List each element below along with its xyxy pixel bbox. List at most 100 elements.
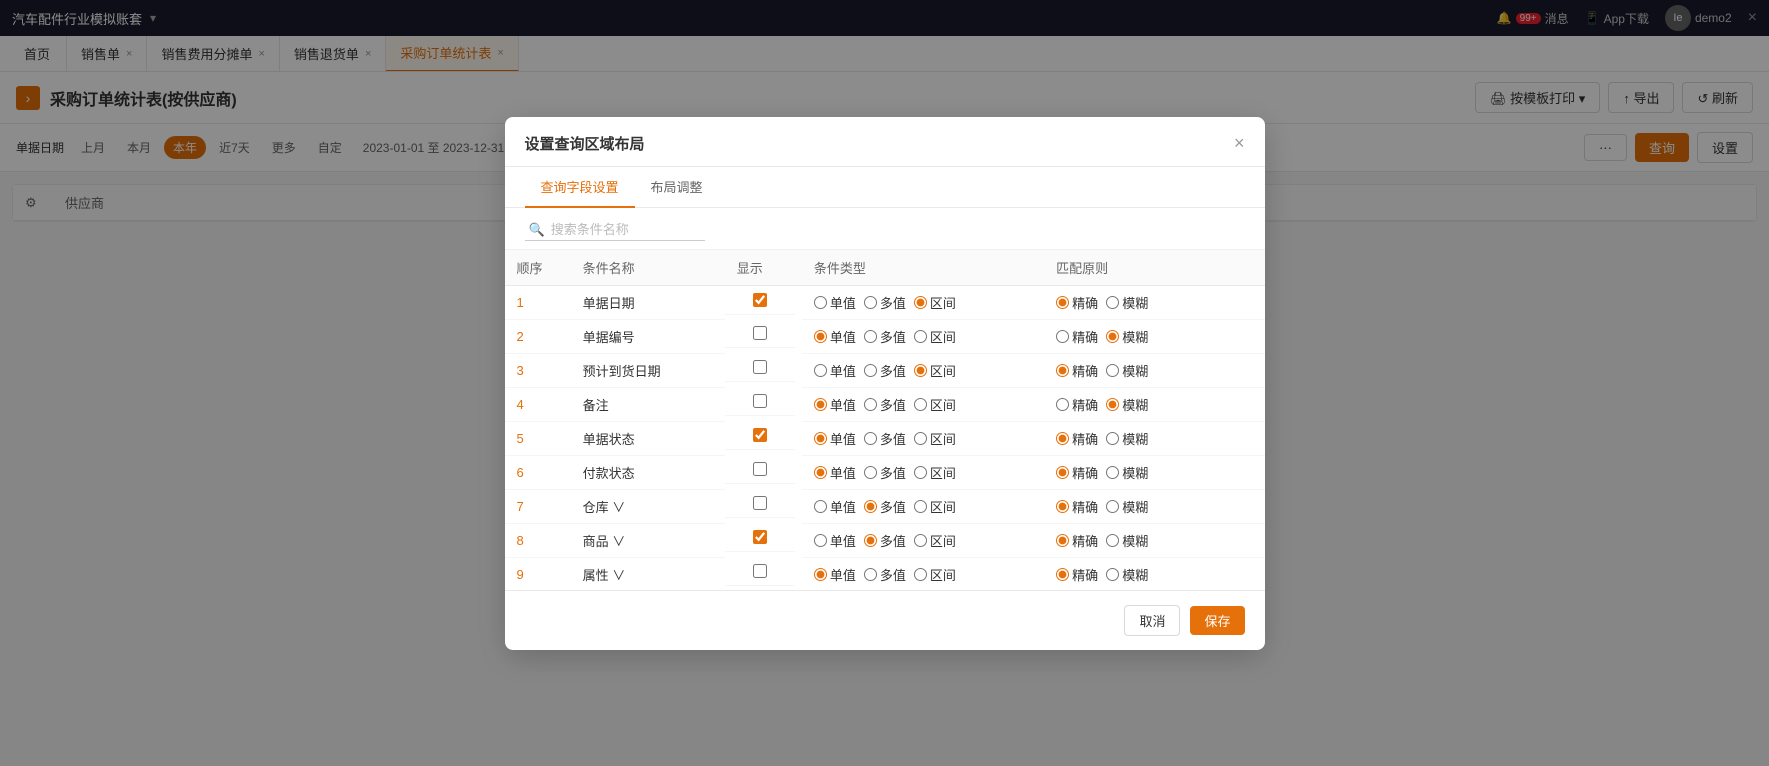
type-radio-多值[interactable]: 多值: [864, 497, 906, 516]
field-row-display[interactable]: [725, 557, 795, 586]
type-radio-区间[interactable]: 区间: [914, 429, 956, 448]
field-row-display[interactable]: [725, 523, 795, 552]
match-radio-精确[interactable]: 精确: [1056, 463, 1098, 482]
dialog-tab-layout[interactable]: 布局调整: [635, 167, 719, 208]
field-row-type: 单值多值区间: [802, 421, 1044, 455]
dialog: 设置查询区域布局 × 查询字段设置 布局调整 🔍: [505, 117, 1265, 650]
type-radio-单值[interactable]: 单值: [814, 463, 856, 482]
match-radio-模糊[interactable]: 模糊: [1106, 293, 1148, 312]
display-checkbox[interactable]: [753, 394, 767, 408]
match-radio-模糊[interactable]: 模糊: [1106, 395, 1148, 414]
type-radio-区间[interactable]: 区间: [914, 395, 956, 414]
type-radio-单值[interactable]: 单值: [814, 395, 856, 414]
match-radio-精确[interactable]: 精确: [1056, 361, 1098, 380]
match-radio-模糊[interactable]: 模糊: [1106, 565, 1148, 584]
type-radio-多值[interactable]: 多值: [864, 395, 906, 414]
type-radio-区间[interactable]: 区间: [914, 361, 956, 380]
dialog-close-btn[interactable]: ×: [1234, 134, 1245, 152]
display-checkbox[interactable]: [753, 326, 767, 340]
field-row-display[interactable]: [725, 286, 795, 315]
field-row-name: 付款状态: [571, 455, 725, 489]
match-radio-模糊[interactable]: 模糊: [1106, 497, 1148, 516]
field-row-match: 精确模糊: [1044, 387, 1264, 421]
field-row-name: 单据状态: [571, 421, 725, 455]
field-row-match: 精确模糊: [1044, 285, 1264, 319]
field-row-order: 1: [505, 285, 571, 319]
match-radio-模糊[interactable]: 模糊: [1106, 463, 1148, 482]
type-radio-多值[interactable]: 多值: [864, 327, 906, 346]
field-row-display[interactable]: [725, 421, 795, 450]
dialog-header: 设置查询区域布局 ×: [505, 117, 1265, 167]
type-radio-单值[interactable]: 单值: [814, 531, 856, 550]
type-radio-多值[interactable]: 多值: [864, 531, 906, 550]
type-radio-多值[interactable]: 多值: [864, 565, 906, 584]
dialog-tab-query-fields[interactable]: 查询字段设置: [525, 167, 635, 208]
type-radio-单值[interactable]: 单值: [814, 565, 856, 584]
display-checkbox[interactable]: [753, 530, 767, 544]
search-icon: 🔍: [529, 222, 545, 238]
field-row-match: 精确模糊: [1044, 353, 1264, 387]
type-radio-多值[interactable]: 多值: [864, 429, 906, 448]
search-input[interactable]: [551, 222, 691, 237]
display-checkbox[interactable]: [753, 496, 767, 510]
display-checkbox[interactable]: [753, 293, 767, 307]
field-row-type: 单值多值区间: [802, 489, 1044, 523]
match-radio-精确[interactable]: 精确: [1056, 293, 1098, 312]
cancel-btn[interactable]: 取消: [1124, 605, 1180, 636]
dialog-search-area: 🔍: [505, 208, 1265, 250]
type-radio-区间[interactable]: 区间: [914, 327, 956, 346]
type-radio-单值[interactable]: 单值: [814, 497, 856, 516]
match-radio-精确[interactable]: 精确: [1056, 531, 1098, 550]
display-checkbox[interactable]: [753, 462, 767, 476]
display-checkbox[interactable]: [753, 564, 767, 578]
type-radio-区间[interactable]: 区间: [914, 463, 956, 482]
field-row-display[interactable]: [725, 455, 795, 484]
field-row-name: 预计到货日期: [571, 353, 725, 387]
save-btn[interactable]: 保存: [1190, 606, 1244, 635]
type-radio-区间[interactable]: 区间: [914, 497, 956, 516]
match-radio-精确[interactable]: 精确: [1056, 429, 1098, 448]
match-radio-模糊[interactable]: 模糊: [1106, 429, 1148, 448]
type-radio-单值[interactable]: 单值: [814, 361, 856, 380]
field-row-name: 单据日期: [571, 285, 725, 319]
field-row-display[interactable]: [725, 353, 795, 382]
type-radio-单值[interactable]: 单值: [814, 327, 856, 346]
field-table-row: 2单据编号单值多值区间精确模糊: [505, 319, 1265, 353]
type-radio-单值[interactable]: 单值: [814, 429, 856, 448]
type-radio-多值[interactable]: 多值: [864, 293, 906, 312]
type-radio-多值[interactable]: 多值: [864, 361, 906, 380]
field-row-display[interactable]: [725, 489, 795, 518]
field-row-type: 单值多值区间: [802, 353, 1044, 387]
field-table-row: 5单据状态单值多值区间精确模糊: [505, 421, 1265, 455]
field-table-row: 4备注 单值多值区间 精确模糊: [505, 387, 1265, 421]
type-radio-区间[interactable]: 区间: [914, 531, 956, 550]
field-row-type: 单值多值区间: [802, 319, 1044, 353]
dialog-title: 设置查询区域布局: [525, 133, 645, 154]
field-table-row: 9属性 ∨单值多值区间精确模糊: [505, 557, 1265, 590]
match-radio-精确[interactable]: 精确: [1056, 327, 1098, 346]
field-row-name: 备注: [571, 387, 725, 421]
match-radio-精确[interactable]: 精确: [1056, 395, 1098, 414]
type-radio-多值[interactable]: 多值: [864, 463, 906, 482]
field-table-row: 6付款状态单值多值区间精确模糊: [505, 455, 1265, 489]
field-row-display[interactable]: [725, 319, 795, 348]
display-checkbox[interactable]: [753, 428, 767, 442]
match-radio-模糊[interactable]: 模糊: [1106, 531, 1148, 550]
field-row-order: 9: [505, 557, 571, 590]
field-row-match: 精确模糊: [1044, 421, 1264, 455]
field-row-match: 精确模糊: [1044, 557, 1264, 590]
type-radio-单值[interactable]: 单值: [814, 293, 856, 312]
match-radio-模糊[interactable]: 模糊: [1106, 361, 1148, 380]
field-row-display[interactable]: [725, 387, 795, 416]
match-radio-精确[interactable]: 精确: [1056, 497, 1098, 516]
type-radio-区间[interactable]: 区间: [914, 293, 956, 312]
field-table: 顺序 条件名称 显示 条件类型 匹配原则 1单据日期单值多值区间精确模糊2单据编…: [505, 250, 1265, 590]
type-radio-区间[interactable]: 区间: [914, 565, 956, 584]
field-table-row: 1单据日期单值多值区间精确模糊: [505, 285, 1265, 319]
field-row-order: 4: [505, 387, 571, 421]
match-radio-模糊[interactable]: 模糊: [1106, 327, 1148, 346]
field-row-type: 单值多值区间: [802, 285, 1044, 319]
field-row-type: 单值多值区间: [802, 455, 1044, 489]
display-checkbox[interactable]: [753, 360, 767, 374]
match-radio-精确[interactable]: 精确: [1056, 565, 1098, 584]
